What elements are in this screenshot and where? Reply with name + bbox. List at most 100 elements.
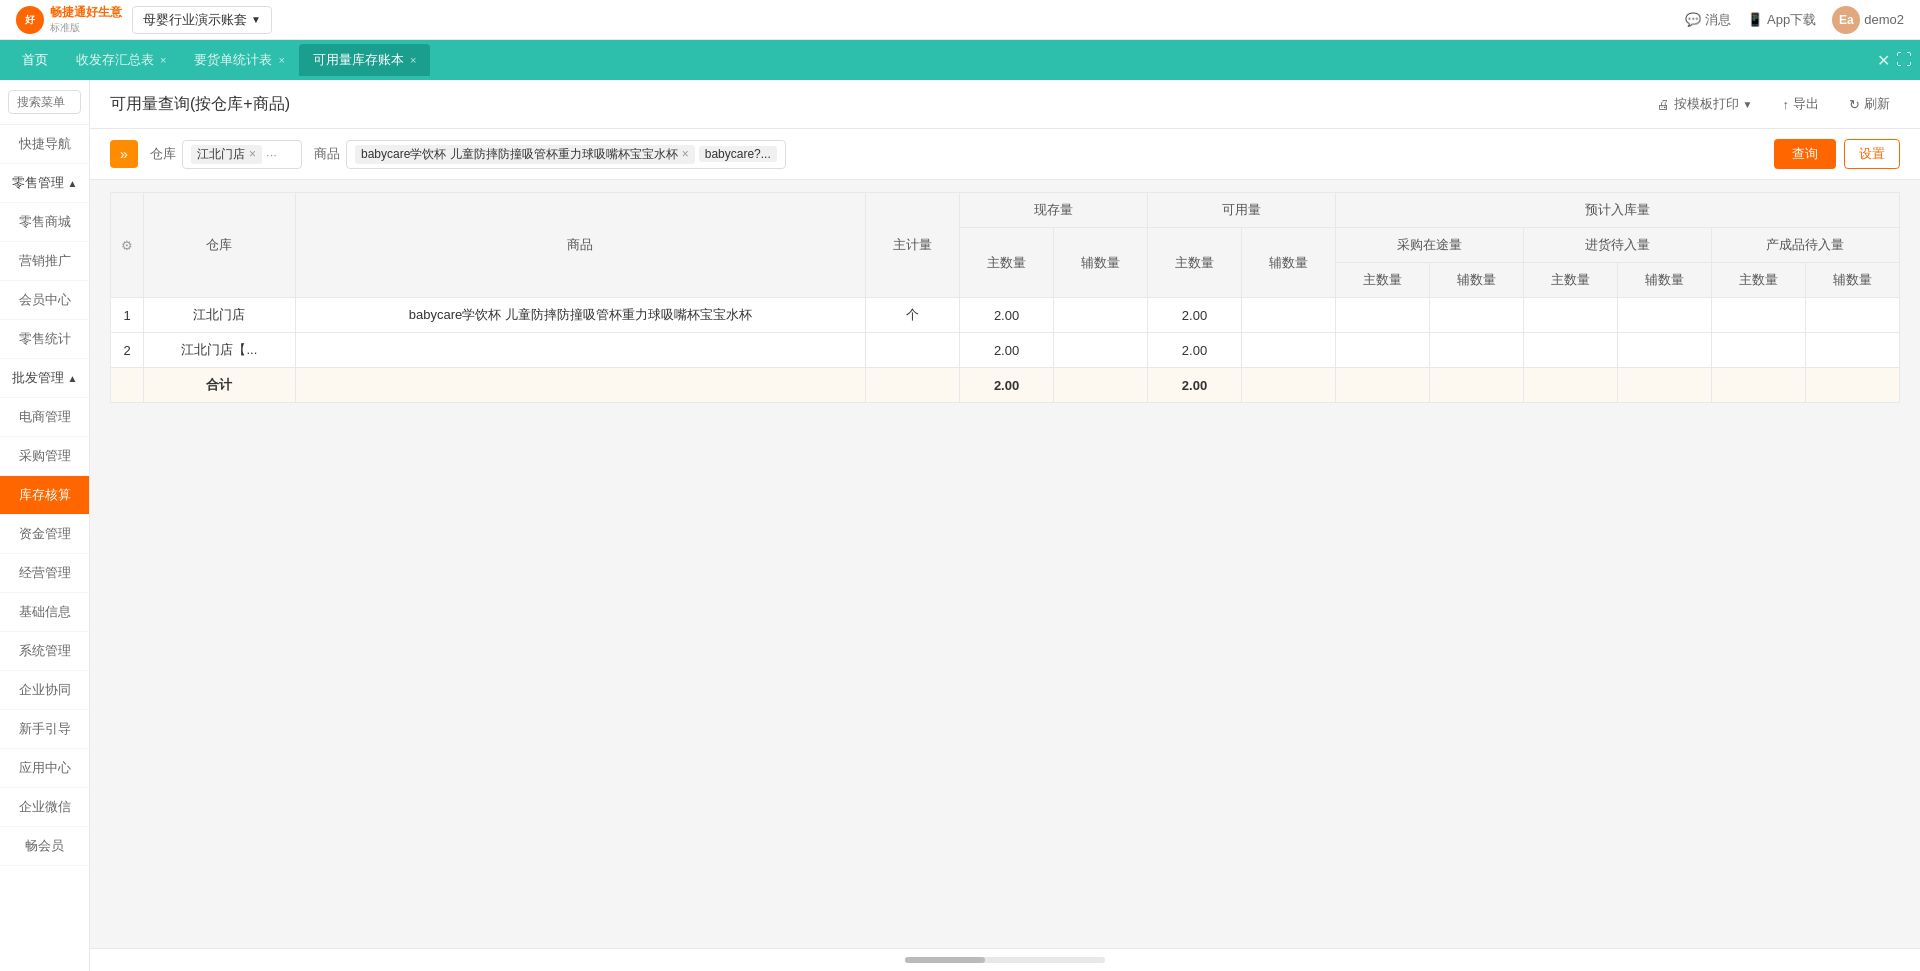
- message-btn[interactable]: 💬 消息: [1685, 11, 1731, 29]
- top-bar: 好 畅捷通好生意 标准版 母婴行业演示账套 ▼ 💬 消息 📱 App下载 Ea …: [0, 0, 1920, 40]
- row-mfg-main: [1711, 298, 1805, 333]
- message-icon: 💬: [1685, 12, 1701, 27]
- sidebar-item-retail-stat[interactable]: 零售统计: [0, 320, 89, 359]
- sidebar-item-member[interactable]: 会员中心: [0, 281, 89, 320]
- row-mfg-sub: [1805, 333, 1899, 368]
- sidebar-item-finance[interactable]: 资金管理: [0, 515, 89, 554]
- warehouse-tag-remove[interactable]: ×: [249, 147, 256, 161]
- col-available-group: 可用量: [1148, 193, 1336, 228]
- tab-home[interactable]: 首页: [8, 44, 62, 76]
- nav-controls: ✕ ⛶: [1877, 51, 1912, 70]
- col-incoming-group: 进货待入量: [1523, 228, 1711, 263]
- sidebar-item-operations[interactable]: 经营管理: [0, 554, 89, 593]
- search-input[interactable]: [8, 90, 81, 114]
- footer-label: 合计: [144, 368, 296, 403]
- tab1-close[interactable]: ×: [160, 54, 166, 66]
- row-mfg-sub: [1805, 298, 1899, 333]
- col-avail-main: 主数量: [1148, 228, 1242, 298]
- footer-row: 合计 2.00 2.00: [111, 368, 1900, 403]
- sidebar-item-purchase-mgmt[interactable]: 采购管理: [0, 437, 89, 476]
- main-layout: 快捷导航 零售管理 ▲ 零售商城 营销推广 会员中心 零售统计 批发管理 ▲ 电…: [0, 80, 1920, 971]
- sidebar: 快捷导航 零售管理 ▲ 零售商城 营销推广 会员中心 零售统计 批发管理 ▲ 电…: [0, 80, 90, 971]
- table-footer: [90, 948, 1920, 971]
- logo-text: 畅捷通好生意 标准版: [50, 4, 122, 35]
- sidebar-item-marketing[interactable]: 营销推广: [0, 242, 89, 281]
- col-warehouse-header: 仓库: [144, 193, 296, 298]
- row-unit: 个: [866, 298, 960, 333]
- nav-expand-btn[interactable]: ⛶: [1896, 51, 1912, 70]
- row-mfg-main: [1711, 333, 1805, 368]
- scrollbar-thumb: [905, 957, 985, 963]
- sidebar-item-new-guide[interactable]: 新手引导: [0, 710, 89, 749]
- sidebar-item-member-app[interactable]: 畅会员: [0, 827, 89, 866]
- col-product-header: 商品: [295, 193, 865, 298]
- warehouse-more-btn[interactable]: ···: [266, 147, 277, 162]
- row-avail-main: 2.00: [1148, 333, 1242, 368]
- col-settings: ⚙: [111, 193, 144, 298]
- sidebar-item-wholesale-mgmt[interactable]: 批发管理 ▲: [0, 359, 89, 398]
- tab-keyongliang[interactable]: 可用量库存账本 ×: [299, 44, 430, 76]
- app-download-btn[interactable]: 📱 App下载: [1747, 11, 1816, 29]
- col-unit-header: 主计量: [866, 193, 960, 298]
- col-stock-sub: 辅数量: [1054, 228, 1148, 298]
- row-warehouse: 江北门店【...: [144, 333, 296, 368]
- row-avail-main: 2.00: [1148, 298, 1242, 333]
- sidebar-item-retail-mgmt[interactable]: 零售管理 ▲: [0, 164, 89, 203]
- filter-actions: 查询 设置: [1774, 139, 1900, 169]
- template-print-btn[interactable]: 🖨 按模板打印 ▼: [1647, 90, 1763, 118]
- tab-yaohuo[interactable]: 要货单统计表 ×: [180, 44, 298, 76]
- user-area[interactable]: Ea demo2: [1832, 6, 1904, 34]
- sidebar-item-quick-nav[interactable]: 快捷导航: [0, 125, 89, 164]
- sidebar-item-app-center[interactable]: 应用中心: [0, 749, 89, 788]
- page-header: 可用量查询(按仓库+商品) 🖨 按模板打印 ▼ ↑ 导出 ↻ 刷新: [90, 80, 1920, 129]
- footer-stock-main: 2.00: [960, 368, 1054, 403]
- row-product: babycare学饮杯 儿童防摔防撞吸管杯重力球吸嘴杯宝宝水杯: [295, 298, 865, 333]
- product-tag1-remove[interactable]: ×: [682, 147, 689, 161]
- printer-icon: 🖨: [1657, 97, 1670, 112]
- org-selector[interactable]: 母婴行业演示账套 ▼: [132, 6, 272, 34]
- row-product: [295, 333, 865, 368]
- col-incoming-sub: 辅数量: [1617, 263, 1711, 298]
- row-pur-sub: [1429, 333, 1523, 368]
- scrollbar-track[interactable]: [905, 957, 1105, 963]
- refresh-icon: ↻: [1849, 97, 1860, 112]
- col-incoming-main: 主数量: [1523, 263, 1617, 298]
- tab-shoufacun[interactable]: 收发存汇总表 ×: [62, 44, 180, 76]
- row-inc-main: [1523, 298, 1617, 333]
- row-avail-sub: [1242, 298, 1336, 333]
- sidebar-item-retail-mall[interactable]: 零售商城: [0, 203, 89, 242]
- tab3-close[interactable]: ×: [410, 54, 416, 66]
- export-icon: ↑: [1783, 97, 1790, 112]
- sidebar-item-sys-mgmt[interactable]: 系统管理: [0, 632, 89, 671]
- filter-bar: » 仓库 江北门店 × ··· 商品 babycare学饮杯 儿童防摔防撞吸管杯…: [90, 129, 1920, 180]
- export-btn[interactable]: ↑ 导出: [1773, 90, 1830, 118]
- setting-btn[interactable]: 设置: [1844, 139, 1900, 169]
- refresh-btn[interactable]: ↻ 刷新: [1839, 90, 1900, 118]
- filter-toggle-btn[interactable]: »: [110, 140, 138, 168]
- product-tag2: babycare?...: [699, 146, 777, 162]
- col-mfg-main: 主数量: [1711, 263, 1805, 298]
- query-btn[interactable]: 查询: [1774, 139, 1836, 169]
- sidebar-item-inventory[interactable]: 库存核算: [0, 476, 89, 515]
- content-area: 可用量查询(按仓库+商品) 🖨 按模板打印 ▼ ↑ 导出 ↻ 刷新 »: [90, 80, 1920, 971]
- sidebar-item-enterprise-wechat[interactable]: 企业微信: [0, 788, 89, 827]
- col-avail-sub: 辅数量: [1242, 228, 1336, 298]
- page-title: 可用量查询(按仓库+商品): [110, 94, 290, 115]
- col-purchase-group: 采购在途量: [1335, 228, 1523, 263]
- product-input[interactable]: babycare学饮杯 儿童防摔防撞吸管杯重力球吸嘴杯宝宝水杯 × babyca…: [346, 140, 786, 169]
- warehouse-tag: 江北门店 ×: [191, 145, 262, 164]
- gear-icon[interactable]: ⚙: [121, 238, 133, 253]
- sidebar-item-enterprise[interactable]: 企业协同: [0, 671, 89, 710]
- warehouse-input[interactable]: 江北门店 × ···: [182, 140, 302, 169]
- col-purchase-main: 主数量: [1335, 263, 1429, 298]
- tab2-close[interactable]: ×: [278, 54, 284, 66]
- col-stock-main: 主数量: [960, 228, 1054, 298]
- row-stock-main: 2.00: [960, 298, 1054, 333]
- row-stock-sub: [1054, 298, 1148, 333]
- nav-close-btn[interactable]: ✕: [1877, 51, 1890, 70]
- sidebar-item-ecom-mgmt[interactable]: 电商管理: [0, 398, 89, 437]
- sidebar-search-wrap: [0, 80, 89, 125]
- row-warehouse: 江北门店: [144, 298, 296, 333]
- sidebar-item-base-info[interactable]: 基础信息: [0, 593, 89, 632]
- col-purchase-sub: 辅数量: [1429, 263, 1523, 298]
